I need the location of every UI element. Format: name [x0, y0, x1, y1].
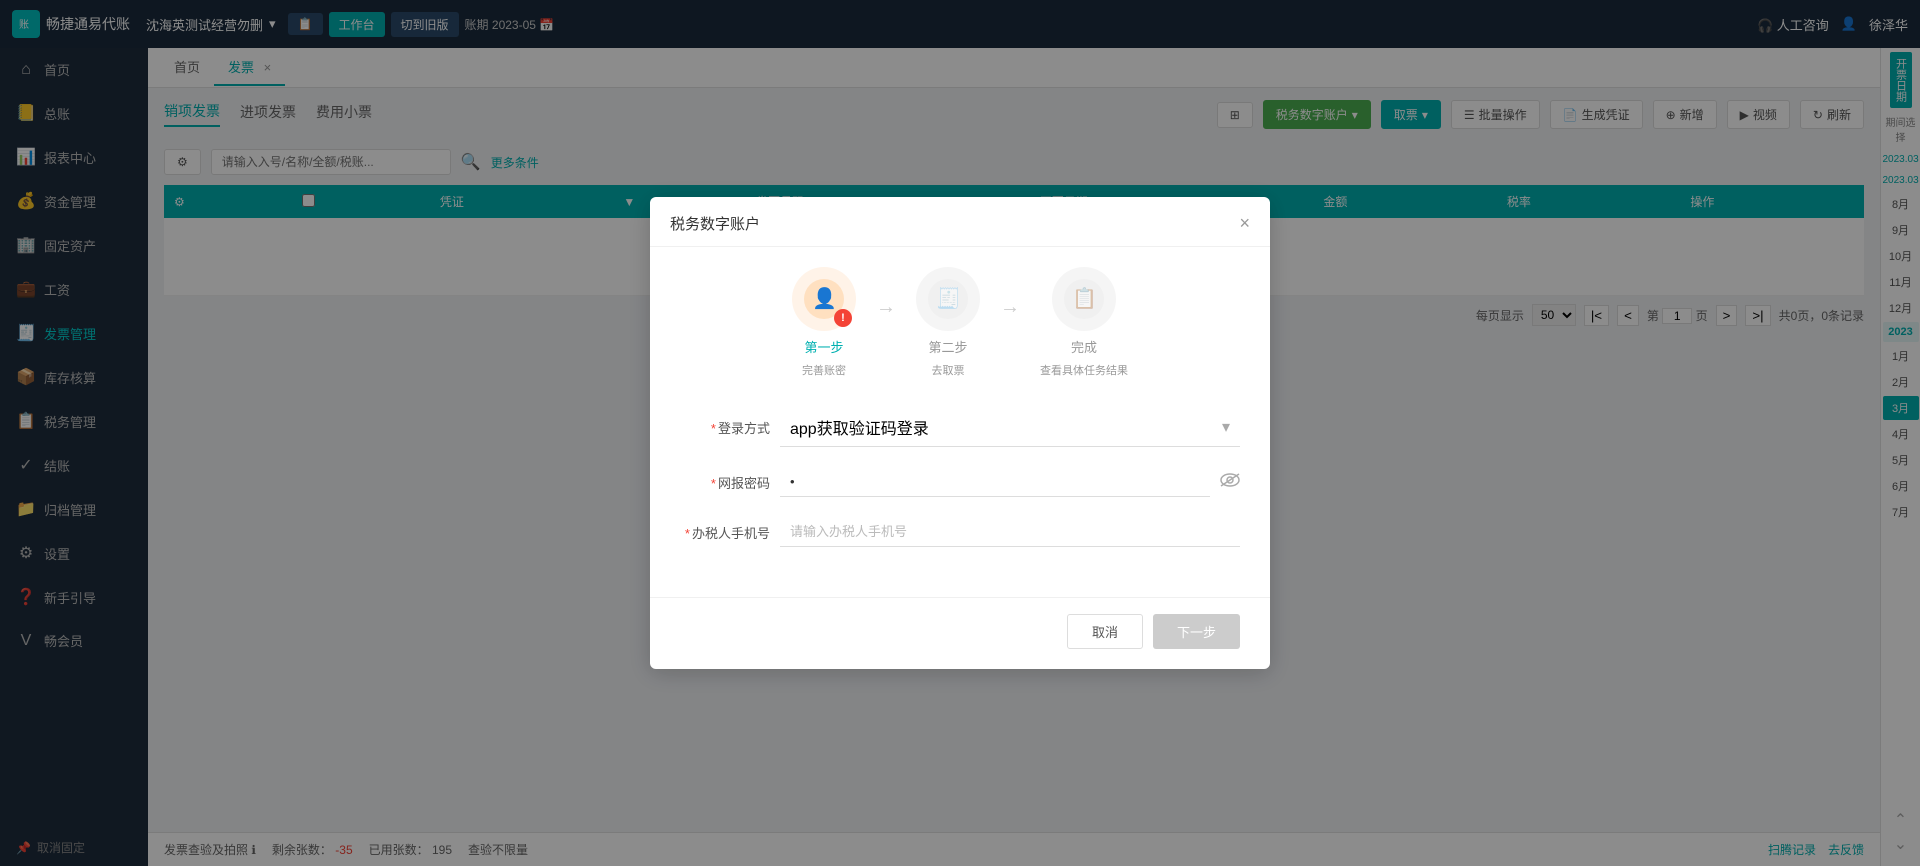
step1-icon: 👤 ! — [792, 267, 856, 331]
modal-tax-account: 税务数字账户 × 👤 ! 第一步 完善账密 → — [650, 197, 1270, 669]
modal-body: 👤 ! 第一步 完善账密 → 🧾 第 — [650, 247, 1270, 597]
modal-close-btn[interactable]: × — [1239, 213, 1250, 234]
step2-desc: 去取票 — [932, 362, 965, 378]
step1-desc: 完善账密 — [802, 362, 846, 378]
phone-label: *办税人手机号 — [680, 523, 770, 542]
step3-desc: 查看具体任务结果 — [1040, 362, 1128, 378]
svg-text:🧾: 🧾 — [936, 286, 961, 310]
cancel-button[interactable]: 取消 — [1067, 614, 1143, 649]
login-method-label: *登录方式 — [680, 418, 770, 437]
password-input[interactable] — [780, 467, 1210, 497]
modal-overlay: 税务数字账户 × 👤 ! 第一步 完善账密 → — [0, 0, 1920, 866]
step3-icon: 📋 — [1052, 267, 1116, 331]
form-password-row: *网报密码 — [680, 467, 1240, 497]
step2-label: 第二步 — [928, 337, 967, 356]
step2-icon: 🧾 — [916, 267, 980, 331]
modal-header: 税务数字账户 × — [650, 197, 1270, 247]
form-phone-row: *办税人手机号 — [680, 517, 1240, 547]
steps: 👤 ! 第一步 完善账密 → 🧾 第 — [680, 267, 1240, 378]
step-2: 🧾 第二步 去取票 — [916, 267, 980, 378]
chevron-down-icon: ▾ — [1222, 417, 1230, 437]
svg-text:📋: 📋 — [1072, 286, 1097, 310]
step-arrow-2: → — [1000, 296, 1020, 319]
login-method-value: app获取验证码登录 — [790, 415, 929, 439]
modal-footer: 取消 下一步 — [650, 597, 1270, 669]
login-method-select[interactable]: app获取验证码登录 ▾ — [780, 408, 1240, 447]
next-button[interactable]: 下一步 — [1153, 614, 1240, 649]
phone-input[interactable] — [780, 517, 1240, 547]
step1-badge: ! — [834, 309, 852, 327]
form-login-method-row: *登录方式 app获取验证码登录 ▾ — [680, 408, 1240, 447]
svg-text:👤: 👤 — [812, 286, 837, 310]
step1-label: 第一步 — [804, 337, 843, 356]
step-3: 📋 完成 查看具体任务结果 — [1040, 267, 1128, 378]
password-label: *网报密码 — [680, 473, 770, 492]
step-1: 👤 ! 第一步 完善账密 — [792, 267, 856, 378]
modal-title: 税务数字账户 — [670, 213, 760, 234]
eye-toggle-icon[interactable] — [1220, 473, 1240, 492]
step3-label: 完成 — [1071, 337, 1097, 356]
step-arrow-1: → — [876, 296, 896, 319]
